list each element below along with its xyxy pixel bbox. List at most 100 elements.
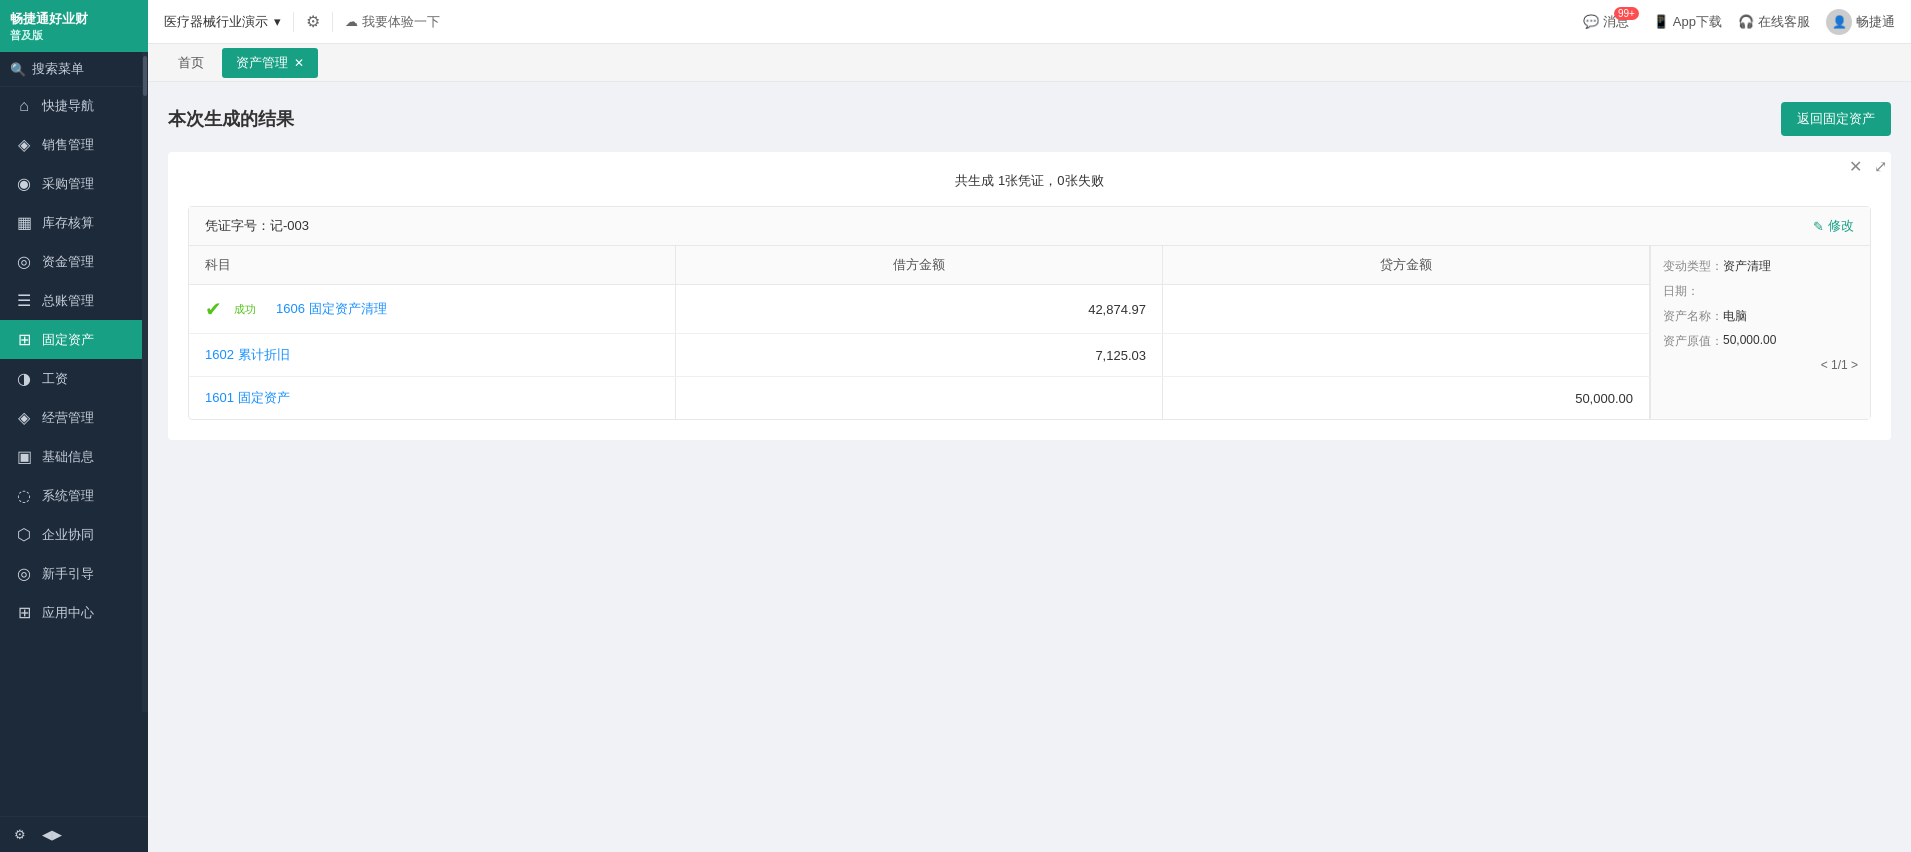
side-value-asset-name: 电脑 [1723, 308, 1747, 325]
menu-collapse-icon[interactable]: ◀▶ [42, 827, 62, 842]
sidebar-label-payroll: 工资 [42, 370, 68, 388]
user-name: 畅捷通 [1856, 13, 1895, 31]
side-label-date: 日期： [1663, 283, 1723, 300]
dialog-expand-icon[interactable]: ⤢ [1874, 157, 1887, 176]
purchase-icon: ◉ [14, 174, 34, 193]
sidebar-item-search[interactable]: 🔍 搜索菜单 [0, 52, 148, 87]
edit-icon: ✎ [1813, 219, 1824, 234]
online-service-label: 在线客服 [1758, 13, 1810, 31]
sidebar-item-ops[interactable]: ◈ 经营管理 [0, 398, 148, 437]
company-selector[interactable]: 医疗器械行业演示 ▾ [164, 13, 281, 31]
sidebar-item-ledger[interactable]: ☰ 总账管理 [0, 281, 148, 320]
sidebar-item-inventory[interactable]: ▦ 库存核算 [0, 203, 148, 242]
dialog-close-icon[interactable]: ✕ [1849, 157, 1862, 176]
side-label-asset-name: 资产名称： [1663, 308, 1723, 325]
table-row: 1601 固定资产 50,000.00 [189, 377, 1650, 419]
sidebar-item-purchase[interactable]: ◉ 采购管理 [0, 164, 148, 203]
sidebar-label-ledger: 总账管理 [42, 292, 94, 310]
tab-close-icon[interactable]: ✕ [294, 56, 304, 70]
table-row: ✔成功1606 固定资产清理 42,874.97 [189, 285, 1650, 334]
sidebar-label-collab: 企业协同 [42, 526, 94, 544]
cell-debit-0: 42,874.97 [676, 285, 1163, 333]
side-panel: 变动类型： 资产清理 日期： 资产名称： 电脑 资产原值： [1650, 246, 1870, 419]
dialog-controls: ✕ ⤢ [1849, 157, 1887, 176]
side-pagination[interactable]: < 1/1 > [1663, 358, 1858, 372]
inventory-icon: ▦ [14, 213, 34, 232]
fixed-assets-icon: ⊞ [14, 330, 34, 349]
sidebar-label-fixed-assets: 固定资产 [42, 331, 94, 349]
online-service-btn[interactable]: 🎧 在线客服 [1738, 13, 1810, 31]
sidebar-item-sales[interactable]: ◈ 销售管理 [0, 125, 148, 164]
tabbar: 首页 资产管理 ✕ [148, 44, 1911, 82]
sales-icon: ◈ [14, 135, 34, 154]
voucher-number: 凭证字号：记-003 [205, 217, 309, 235]
edit-button[interactable]: ✎ 修改 [1813, 217, 1854, 235]
cell-credit-1 [1163, 334, 1650, 376]
app-download-btn[interactable]: 📱 App下载 [1653, 13, 1722, 31]
company-name: 医疗器械行业演示 [164, 13, 268, 31]
edit-label: 修改 [1828, 217, 1854, 235]
sidebar-item-basic-info[interactable]: ▣ 基础信息 [0, 437, 148, 476]
result-card: 共生成 1张凭证，0张失败 凭证字号：记-003 ✎ 修改 科目 借方金额 贷方… [168, 152, 1891, 440]
headset-icon: 🎧 [1738, 14, 1754, 29]
app-download-label: App下载 [1673, 13, 1722, 31]
sidebar-item-app-center[interactable]: ⊞ 应用中心 [0, 593, 148, 632]
app-center-icon: ⊞ [14, 603, 34, 622]
experience-label: 我要体验一下 [362, 13, 440, 31]
sidebar-label-purchase: 采购管理 [42, 175, 94, 193]
ops-icon: ◈ [14, 408, 34, 427]
topbar: 医疗器械行业演示 ▾ ⚙ ☁ 我要体验一下 💬 消息 99+ 📱 App下载 🎧… [148, 0, 1911, 44]
col-header-debit: 借方金额 [676, 246, 1163, 284]
sidebar-label-guide: 新手引导 [42, 565, 94, 583]
settings-bottom-icon[interactable]: ⚙ [14, 827, 26, 842]
sidebar-label-basic-info: 基础信息 [42, 448, 94, 466]
sidebar: 畅捷通好业财 普及版 🔍 搜索菜单 ⌂ 快捷导航 ◈ 销售管理 ◉ 采购管理 ▦… [0, 0, 148, 852]
result-summary: 共生成 1张凭证，0张失败 [188, 172, 1871, 190]
collab-icon: ⬡ [14, 525, 34, 544]
side-value-original-value: 50,000.00 [1723, 333, 1776, 347]
main-area: 医疗器械行业演示 ▾ ⚙ ☁ 我要体验一下 💬 消息 99+ 📱 App下载 🎧… [148, 0, 1911, 852]
tab-home[interactable]: 首页 [164, 48, 218, 78]
sidebar-item-finance[interactable]: ◎ 资金管理 [0, 242, 148, 281]
side-panel-change-type: 变动类型： 资产清理 [1663, 258, 1858, 275]
cell-subject-2: 1601 固定资产 [189, 377, 676, 419]
user-menu[interactable]: 👤 畅捷通 [1826, 9, 1895, 35]
system-icon: ◌ [14, 486, 34, 505]
topbar-divider-2 [332, 12, 333, 32]
ledger-icon: ☰ [14, 291, 34, 310]
sidebar-item-guide[interactable]: ◎ 新手引导 [0, 554, 148, 593]
voucher-header: 凭证字号：记-003 ✎ 修改 [189, 207, 1870, 246]
sidebar-item-payroll[interactable]: ◑ 工资 [0, 359, 148, 398]
sidebar-item-collab[interactable]: ⬡ 企业协同 [0, 515, 148, 554]
guide-icon: ◎ [14, 564, 34, 583]
tab-assets[interactable]: 资产管理 ✕ [222, 48, 318, 78]
basic-info-icon: ▣ [14, 447, 34, 466]
cell-debit-2 [676, 377, 1163, 419]
sidebar-bottom: ⚙ ◀▶ [0, 816, 148, 852]
messages-btn[interactable]: 💬 消息 99+ [1583, 13, 1629, 31]
avatar: 👤 [1826, 9, 1852, 35]
experience-btn[interactable]: ☁ 我要体验一下 [345, 13, 440, 31]
sidebar-item-quick-nav[interactable]: ⌂ 快捷导航 [0, 87, 148, 125]
experience-icon: ☁ [345, 14, 358, 29]
page-title: 本次生成的结果 [168, 107, 294, 131]
side-panel-original-value: 资产原值： 50,000.00 [1663, 333, 1858, 350]
sidebar-item-system[interactable]: ◌ 系统管理 [0, 476, 148, 515]
sidebar-label-ops: 经营管理 [42, 409, 94, 427]
side-value-change-type: 资产清理 [1723, 258, 1771, 275]
tab-assets-label: 资产管理 [236, 54, 288, 72]
search-icon: 🔍 [10, 62, 26, 77]
sidebar-label-system: 系统管理 [42, 487, 94, 505]
table-header: 科目 借方金额 贷方金额 [189, 246, 1650, 285]
company-dropdown-icon: ▾ [274, 14, 281, 29]
settings-icon[interactable]: ⚙ [306, 12, 320, 31]
success-label: 成功 [234, 302, 256, 317]
sidebar-item-fixed-assets[interactable]: ⊞ 固定资产 [0, 320, 148, 359]
sidebar-label-app-center: 应用中心 [42, 604, 94, 622]
sidebar-search-label: 搜索菜单 [32, 60, 84, 78]
return-button[interactable]: 返回固定资产 [1781, 102, 1891, 136]
app-download-icon: 📱 [1653, 14, 1669, 29]
cell-credit-2: 50,000.00 [1163, 377, 1650, 419]
cell-debit-1: 7,125.03 [676, 334, 1163, 376]
content-area: ✕ ⤢ 本次生成的结果 返回固定资产 共生成 1张凭证，0张失败 凭证字号：记-… [148, 82, 1911, 852]
